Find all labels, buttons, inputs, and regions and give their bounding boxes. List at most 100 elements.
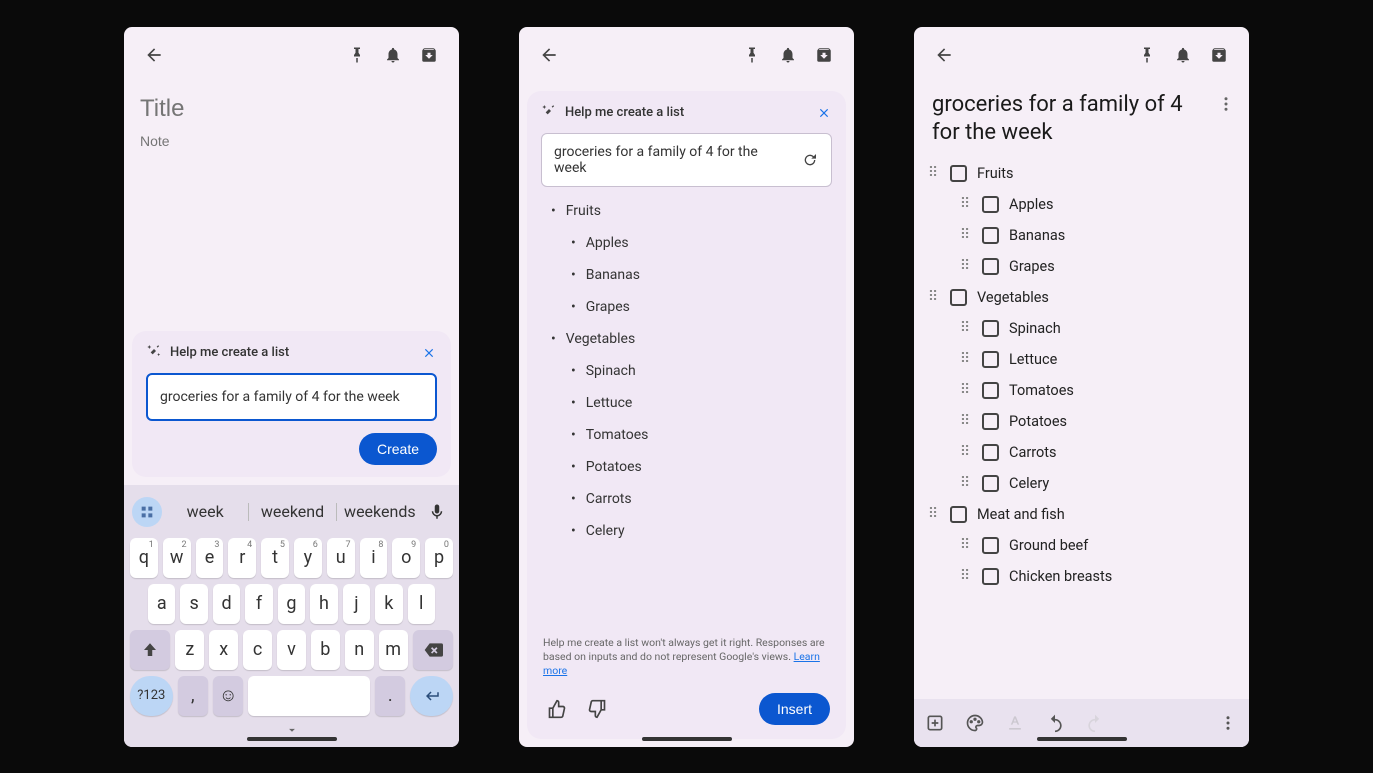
enter-key[interactable] [410, 676, 453, 716]
undo-icon[interactable] [1044, 712, 1066, 734]
checkbox[interactable] [982, 475, 999, 492]
back-icon[interactable] [531, 37, 567, 73]
key[interactable]: u7 [327, 538, 355, 578]
drag-handle-icon[interactable]: ⠿ [958, 413, 972, 429]
key[interactable]: w2 [163, 538, 191, 578]
checkbox[interactable] [982, 196, 999, 213]
create-button[interactable]: Create [359, 433, 437, 465]
add-box-icon[interactable] [924, 712, 946, 734]
reminder-icon[interactable] [1165, 37, 1201, 73]
shift-key[interactable] [130, 630, 170, 670]
regenerate-icon[interactable] [801, 151, 819, 169]
checkbox[interactable] [982, 413, 999, 430]
checklist-label[interactable]: Grapes [1009, 258, 1055, 275]
checklist-label[interactable]: Lettuce [1009, 351, 1057, 368]
key[interactable]: t5 [261, 538, 289, 578]
drag-handle-icon[interactable]: ⠿ [958, 351, 972, 367]
checklist-label[interactable]: Vegetables [977, 289, 1049, 306]
key[interactable]: h [310, 584, 337, 624]
checklist-label[interactable]: Tomatoes [1009, 382, 1074, 399]
keyboard-collapse-icon[interactable] [128, 719, 455, 737]
emoji-key[interactable]: ☺ [213, 676, 243, 716]
drag-handle-icon[interactable]: ⠿ [958, 320, 972, 336]
pin-icon[interactable] [339, 37, 375, 73]
more-icon[interactable] [1217, 712, 1239, 734]
key[interactable]: k [375, 584, 402, 624]
key[interactable]: l [408, 584, 435, 624]
drag-handle-icon[interactable]: ⠿ [958, 537, 972, 553]
checklist-label[interactable]: Carrots [1009, 444, 1057, 461]
pin-icon[interactable] [1129, 37, 1165, 73]
checklist-label[interactable]: Potatoes [1009, 413, 1067, 430]
reminder-icon[interactable] [375, 37, 411, 73]
backspace-key[interactable] [413, 630, 453, 670]
checkbox[interactable] [982, 537, 999, 554]
key[interactable]: j [343, 584, 370, 624]
note-title[interactable]: groceries for a family of 4 for the week [914, 83, 1217, 152]
checklist-label[interactable]: Bananas [1009, 227, 1065, 244]
checkbox[interactable] [982, 258, 999, 275]
drag-handle-icon[interactable]: ⠿ [926, 506, 940, 522]
checkbox[interactable] [950, 165, 967, 182]
key[interactable]: x [209, 630, 238, 670]
insert-button[interactable]: Insert [759, 693, 830, 725]
checklist-label[interactable]: Meat and fish [977, 506, 1065, 523]
key[interactable]: c [243, 630, 272, 670]
key[interactable]: r4 [228, 538, 256, 578]
thumbs-down-icon[interactable] [583, 695, 611, 723]
archive-icon[interactable] [1201, 37, 1237, 73]
close-icon[interactable] [421, 345, 437, 361]
checklist-label[interactable]: Apples [1009, 196, 1053, 213]
more-options-icon[interactable] [1217, 83, 1249, 117]
archive-icon[interactable] [411, 37, 447, 73]
key[interactable]: p0 [425, 538, 453, 578]
back-icon[interactable] [136, 37, 172, 73]
drag-handle-icon[interactable]: ⠿ [926, 289, 940, 305]
key[interactable]: e3 [196, 538, 224, 578]
mic-icon[interactable] [423, 498, 451, 526]
key[interactable]: m [379, 630, 408, 670]
key[interactable]: n [345, 630, 374, 670]
checkbox[interactable] [982, 382, 999, 399]
ai-prompt-display[interactable]: groceries for a family of 4 for the week [541, 133, 832, 187]
drag-handle-icon[interactable]: ⠿ [958, 382, 972, 398]
keyboard-apps-icon[interactable] [132, 497, 162, 527]
drag-handle-icon[interactable]: ⠿ [958, 258, 972, 274]
checklist-label[interactable]: Fruits [977, 165, 1014, 182]
checkbox[interactable] [950, 506, 967, 523]
key[interactable]: i8 [360, 538, 388, 578]
suggestion-word[interactable]: weekend [253, 498, 331, 525]
key[interactable]: a [148, 584, 175, 624]
key[interactable]: o9 [392, 538, 420, 578]
drag-handle-icon[interactable]: ⠿ [958, 444, 972, 460]
checklist-label[interactable]: Chicken breasts [1009, 568, 1112, 585]
reminder-icon[interactable] [770, 37, 806, 73]
drag-handle-icon[interactable]: ⠿ [958, 475, 972, 491]
key[interactable]: d [213, 584, 240, 624]
key[interactable]: g [278, 584, 305, 624]
drag-handle-icon[interactable]: ⠿ [958, 568, 972, 584]
title-input[interactable] [140, 91, 443, 127]
period-key[interactable]: . [375, 676, 405, 716]
pin-icon[interactable] [734, 37, 770, 73]
key[interactable]: y6 [294, 538, 322, 578]
suggestion-word[interactable]: week [166, 498, 244, 525]
back-icon[interactable] [926, 37, 962, 73]
key[interactable]: s [180, 584, 207, 624]
checkbox[interactable] [982, 351, 999, 368]
checkbox[interactable] [982, 568, 999, 585]
suggestion-word[interactable]: weekends [341, 498, 419, 525]
drag-handle-icon[interactable]: ⠿ [926, 165, 940, 181]
close-icon[interactable] [816, 105, 832, 121]
checklist-label[interactable]: Celery [1009, 475, 1049, 492]
comma-key[interactable]: , [178, 676, 208, 716]
checkbox[interactable] [982, 444, 999, 461]
numbers-key[interactable]: ?123 [130, 676, 173, 716]
ai-prompt-input[interactable]: groceries for a family of 4 for the week [146, 373, 437, 421]
key[interactable]: f [245, 584, 272, 624]
checkbox[interactable] [950, 289, 967, 306]
key[interactable]: b [311, 630, 340, 670]
key[interactable]: v [277, 630, 306, 670]
thumbs-up-icon[interactable] [543, 695, 571, 723]
key[interactable]: q1 [130, 538, 158, 578]
